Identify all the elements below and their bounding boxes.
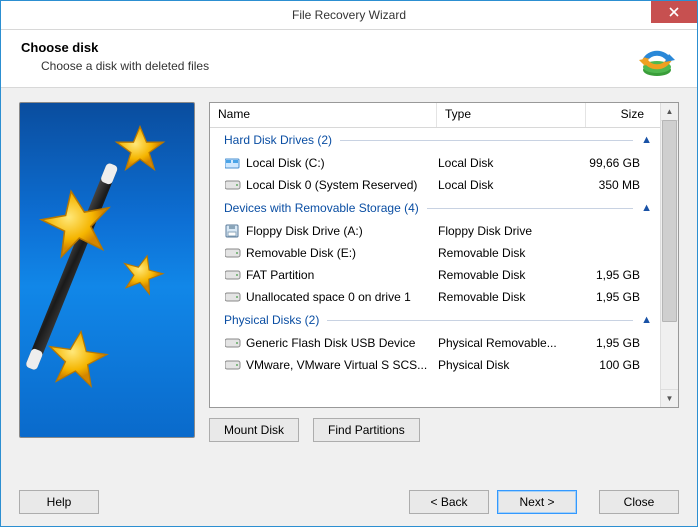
disk-name: Local Disk (C:) (246, 156, 438, 170)
disk-type: Local Disk (438, 178, 578, 192)
disk-row[interactable]: Local Disk 0 (System Reserved)Local Disk… (210, 174, 660, 196)
column-type[interactable]: Type (437, 103, 586, 127)
chevron-up-icon[interactable]: ▲ (641, 134, 652, 146)
close-window-button[interactable] (651, 1, 697, 23)
disk-row[interactable]: FAT PartitionRemovable Disk1,95 GB (210, 264, 660, 286)
disk-row[interactable]: Local Disk (C:)Local Disk99,66 GB (210, 152, 660, 174)
back-button[interactable]: < Back (409, 490, 489, 514)
disk-size: 100 GB (578, 358, 660, 372)
column-headers: Name Type Size (210, 103, 660, 128)
disk-name: Unallocated space 0 on drive 1 (246, 290, 438, 304)
scroll-down-icon[interactable]: ▼ (661, 389, 678, 407)
group-label: Devices with Removable Storage (4) (224, 201, 419, 215)
group-header[interactable]: Devices with Removable Storage (4) ▲ (210, 196, 660, 220)
disk-size: 1,95 GB (578, 268, 660, 282)
hdd-icon (224, 177, 242, 193)
wizard-sidebar-image (19, 102, 195, 438)
group-header[interactable]: Physical Disks (2) ▲ (210, 308, 660, 332)
disk-name: Generic Flash Disk USB Device (246, 336, 438, 350)
window-title: File Recovery Wizard (292, 8, 406, 22)
disk-row[interactable]: Removable Disk (E:)Removable Disk (210, 242, 660, 264)
disk-name: Removable Disk (E:) (246, 246, 438, 260)
find-partitions-button[interactable]: Find Partitions (313, 418, 420, 442)
disk-type: Local Disk (438, 156, 578, 170)
disk-size: 350 MB (578, 178, 660, 192)
column-name[interactable]: Name (210, 103, 437, 127)
disk-size: 99,66 GB (578, 156, 660, 170)
hdd-icon (224, 289, 242, 305)
wizard-footer: Help < Back Next > Close (1, 478, 697, 526)
close-button[interactable]: Close (599, 490, 679, 514)
wizard-window: File Recovery Wizard Choose disk Choose … (0, 0, 698, 527)
wizard-header: Choose disk Choose a disk with deleted f… (1, 30, 697, 88)
group-label: Hard Disk Drives (2) (224, 133, 332, 147)
disk-size: 1,95 GB (578, 290, 660, 304)
help-button[interactable]: Help (19, 490, 99, 514)
scroll-up-icon[interactable]: ▲ (661, 103, 678, 121)
disk-row[interactable]: VMware, VMware Virtual S SCS...Physical … (210, 354, 660, 376)
vertical-scrollbar[interactable]: ▲ ▼ (660, 103, 678, 407)
column-size[interactable]: Size (586, 103, 660, 127)
disk-row[interactable]: Floppy Disk Drive (A:)Floppy Disk Drive (210, 220, 660, 242)
group-label: Physical Disks (2) (224, 313, 319, 327)
header-subtitle: Choose a disk with deleted files (41, 59, 637, 73)
disk-name: Floppy Disk Drive (A:) (246, 224, 438, 238)
hdd-icon (224, 245, 242, 261)
disk-type: Removable Disk (438, 268, 578, 282)
group-header[interactable]: Hard Disk Drives (2) ▲ (210, 128, 660, 152)
disk-type: Physical Removable... (438, 336, 578, 350)
disk-type: Removable Disk (438, 290, 578, 304)
scroll-thumb[interactable] (662, 120, 677, 322)
hdd-icon (224, 357, 242, 373)
disk-list: Name Type Size Hard Disk Drives (2) ▲ Loca… (209, 102, 679, 408)
chevron-up-icon[interactable]: ▲ (641, 202, 652, 214)
disk-type: Floppy Disk Drive (438, 224, 578, 238)
disk-row[interactable]: Generic Flash Disk USB DevicePhysical Re… (210, 332, 660, 354)
title-bar: File Recovery Wizard (1, 1, 697, 30)
disk-name: Local Disk 0 (System Reserved) (246, 178, 438, 192)
disk-name: FAT Partition (246, 268, 438, 282)
next-button[interactable]: Next > (497, 490, 577, 514)
disk-c-icon (224, 155, 242, 171)
disk-row[interactable]: Unallocated space 0 on drive 1Removable … (210, 286, 660, 308)
app-logo-icon (637, 40, 677, 80)
disk-type: Physical Disk (438, 358, 578, 372)
disk-size: 1,95 GB (578, 336, 660, 350)
hdd-icon (224, 335, 242, 351)
mount-disk-button[interactable]: Mount Disk (209, 418, 299, 442)
disk-type: Removable Disk (438, 246, 578, 260)
header-title: Choose disk (21, 40, 637, 55)
chevron-up-icon[interactable]: ▲ (641, 314, 652, 326)
hdd-icon (224, 267, 242, 283)
disk-name: VMware, VMware Virtual S SCS... (246, 358, 438, 372)
floppy-icon (224, 223, 242, 239)
